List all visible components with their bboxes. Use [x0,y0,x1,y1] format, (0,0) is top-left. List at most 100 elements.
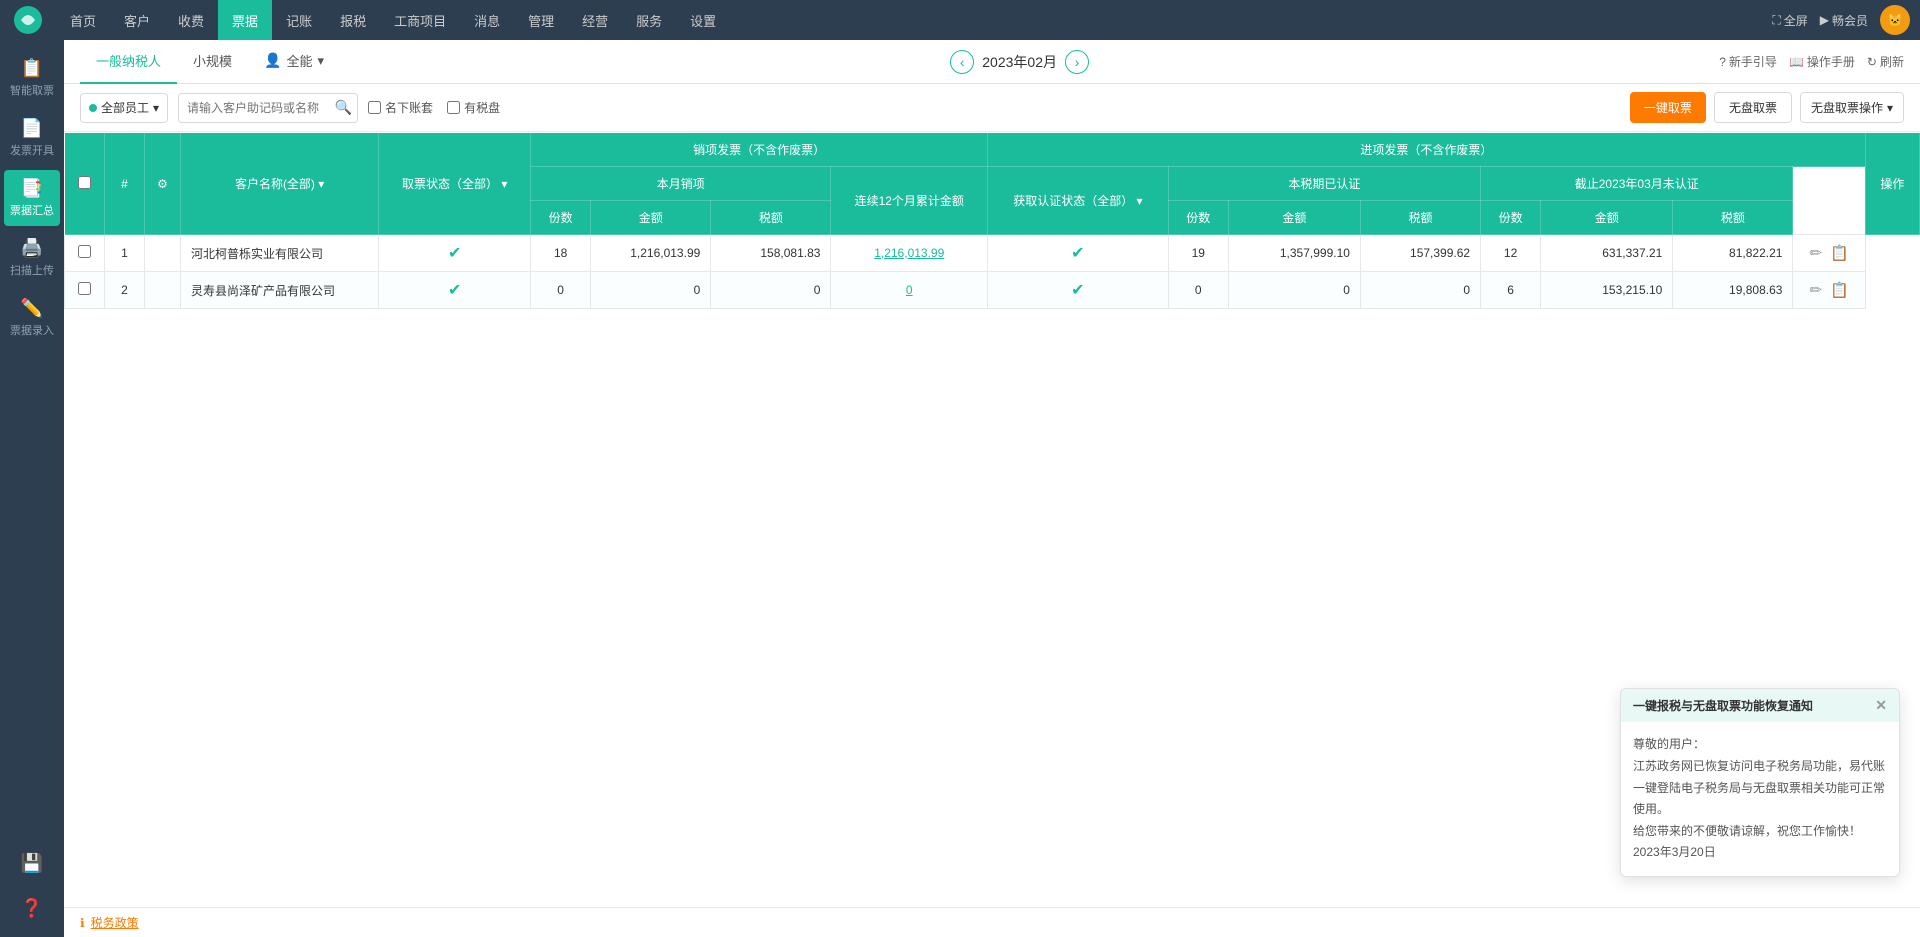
purchase-status-filter[interactable]: ▾ [1137,194,1143,208]
row-sales-amount-1: 0 [591,272,711,309]
notification-popup: 一键报税与无盘取票功能恢复通知 ✕ 尊敬的用户：江苏政务网已恢复访问电子税务局功… [1620,688,1900,877]
row-purchase-current-tax-1: 0 [1360,272,1480,309]
ops-dropdown-icon: ▾ [1887,101,1893,115]
th-sales-month-tax: 税额 [711,201,831,235]
detail-icon-1[interactable]: 📋 [1830,281,1849,299]
tab-all[interactable]: 👤 全能 ▾ [248,40,340,84]
check-tax-disk[interactable] [447,101,460,114]
sidebar-item-smart-ticket[interactable]: 📋 智能取票 [4,50,60,106]
row-check-0[interactable] [65,235,105,272]
th-customer: 客户名称(全部) ▾ [181,133,379,235]
help-icon: ❓ [21,898,43,919]
row-action-0: ✏ 📋 [1793,235,1865,272]
sidebar-help[interactable]: ❓ [4,890,60,927]
nav-bookkeep[interactable]: 记账 [272,0,326,40]
tab-general-taxpayer[interactable]: 一般纳税人 [80,40,177,84]
nav-business[interactable]: 工商项目 [380,0,460,40]
th-status: 取票状态（全部） ▾ [379,133,531,235]
th-purchase-deadline: 截止2023年03月未认证 [1481,167,1793,201]
row-purchase-deadline-tax-1: 19,808.63 [1673,272,1793,309]
nav-invoice[interactable]: 票据 [218,0,272,40]
th-action: 操作 [1865,133,1919,235]
settings-icon[interactable]: ⚙ [157,177,168,191]
search-icon[interactable]: 🔍 [335,99,352,116]
prev-month-btn[interactable]: ‹ [950,50,974,74]
row-sales-count-1: 0 [531,272,591,309]
check-my-accounts[interactable] [368,101,381,114]
table-row: 2 灵寿县尚泽矿产品有限公司 ✔ 0 0 0 0 ✔ 0 0 0 6 153,2… [65,272,1920,309]
edit-icon-1[interactable]: ✏ [1810,281,1823,299]
dropdown-icon: ▾ [153,101,159,115]
row-checkbox-1[interactable] [78,282,91,295]
th-purchase-current: 本税期已认证 [1168,167,1480,201]
nav-manage[interactable]: 管理 [514,0,568,40]
employee-select[interactable]: 全部员工 ▾ [80,93,168,123]
search-wrap: 🔍 [178,93,358,123]
next-month-btn[interactable]: › [1065,50,1089,74]
fullscreen-btn[interactable]: ⛶ 全屏 [1772,12,1807,29]
one-click-ticket-btn[interactable]: 一键取票 [1630,92,1706,123]
row-purchase-current-amount-0: 1,357,999.10 [1228,235,1360,272]
manual-icon: 📖 [1789,55,1804,69]
row-status-1: ✔ [379,272,531,309]
nav-service[interactable]: 服务 [622,0,676,40]
row-customer-1: 灵寿县尚泽矿产品有限公司 [181,272,379,309]
row-purchase-deadline-tax-0: 81,822.21 [1673,235,1793,272]
guide-btn[interactable]: ? 新手引导 [1719,53,1777,70]
manual-btn[interactable]: 📖 操作手册 [1789,53,1855,70]
row-settings-0 [145,235,181,272]
sidebar-item-issue-invoice[interactable]: 📄 发票开具 [4,110,60,166]
row-checkbox-0[interactable] [78,245,91,258]
scan-upload-icon: 🖨️ [21,238,43,259]
refresh-btn[interactable]: ↻ 刷新 [1867,53,1904,70]
no-disk-ticket-btn[interactable]: 无盘取票 [1714,92,1792,123]
nav-tax[interactable]: 报税 [326,0,380,40]
search-input[interactable] [178,93,358,123]
th-purchase-current-amount: 金额 [1228,201,1360,235]
row-purchase-deadline-amount-0: 631,337.21 [1541,235,1673,272]
nav-message[interactable]: 消息 [460,0,514,40]
nav-operate[interactable]: 经营 [568,0,622,40]
row-status-0: ✔ [379,235,531,272]
nav-settings[interactable]: 设置 [676,0,730,40]
row-check-1[interactable] [65,272,105,309]
popup-body: 尊敬的用户：江苏政务网已恢复访问电子税务局功能，易代账一键登陆电子税务局与无盘取… [1621,722,1899,876]
member-btn[interactable]: ▶ 畅会员 [1820,12,1868,29]
detail-icon-0[interactable]: 📋 [1830,244,1849,262]
tax-policy-link[interactable]: 税务政策 [91,914,139,931]
row-customer-0: 河北柯普栎实业有限公司 [181,235,379,272]
nav-charge[interactable]: 收费 [164,0,218,40]
nav-customer[interactable]: 客户 [110,0,164,40]
filter-icon[interactable]: ▾ [318,177,324,191]
status-filter-icon[interactable]: ▾ [501,177,507,191]
tab-small-scale[interactable]: 小规模 [177,40,248,84]
row-cumulative-0: 1,216,013.99 [831,235,988,272]
check-tax-disk-label[interactable]: 有税盘 [447,99,500,116]
check-my-accounts-label[interactable]: 名下账套 [368,99,433,116]
row-purchase-deadline-amount-1: 153,215.10 [1541,272,1673,309]
sidebar-item-invoice-entry[interactable]: ✏️ 票据录入 [4,290,60,346]
select-all-checkbox[interactable] [78,176,91,189]
refresh-icon: ↻ [1867,55,1877,69]
th-num: # [105,133,145,235]
member-icon: ▶ [1820,13,1829,27]
chevron-down-icon: ▾ [317,53,324,69]
sidebar-download[interactable]: 💾 [4,845,60,882]
current-date: 2023年02月 [982,52,1057,72]
smart-ticket-icon: 📋 [21,58,43,79]
nav-home[interactable]: 首页 [56,0,110,40]
th-cumulative: 连续12个月累计金额 [831,167,988,235]
row-purchase-deadline-count-1: 6 [1481,272,1541,309]
popup-close-btn[interactable]: ✕ [1875,697,1887,714]
user-avatar[interactable]: 🐱 [1880,5,1910,35]
no-disk-ops-btn[interactable]: 无盘取票操作 ▾ [1800,92,1904,123]
row-purchase-current-amount-1: 0 [1228,272,1360,309]
th-sales-month-amount: 金额 [591,201,711,235]
sidebar-item-invoice-summary[interactable]: 📑 票据汇总 [4,170,60,226]
download-icon: 💾 [21,853,43,874]
tabs-right-actions: ? 新手引导 📖 操作手册 ↻ 刷新 [1719,53,1904,70]
edit-icon-0[interactable]: ✏ [1810,244,1823,262]
th-purchase-deadline-tax: 税额 [1673,201,1793,235]
row-num-1: 2 [105,272,145,309]
sidebar-item-scan-upload[interactable]: 🖨️ 扫描上传 [4,230,60,286]
